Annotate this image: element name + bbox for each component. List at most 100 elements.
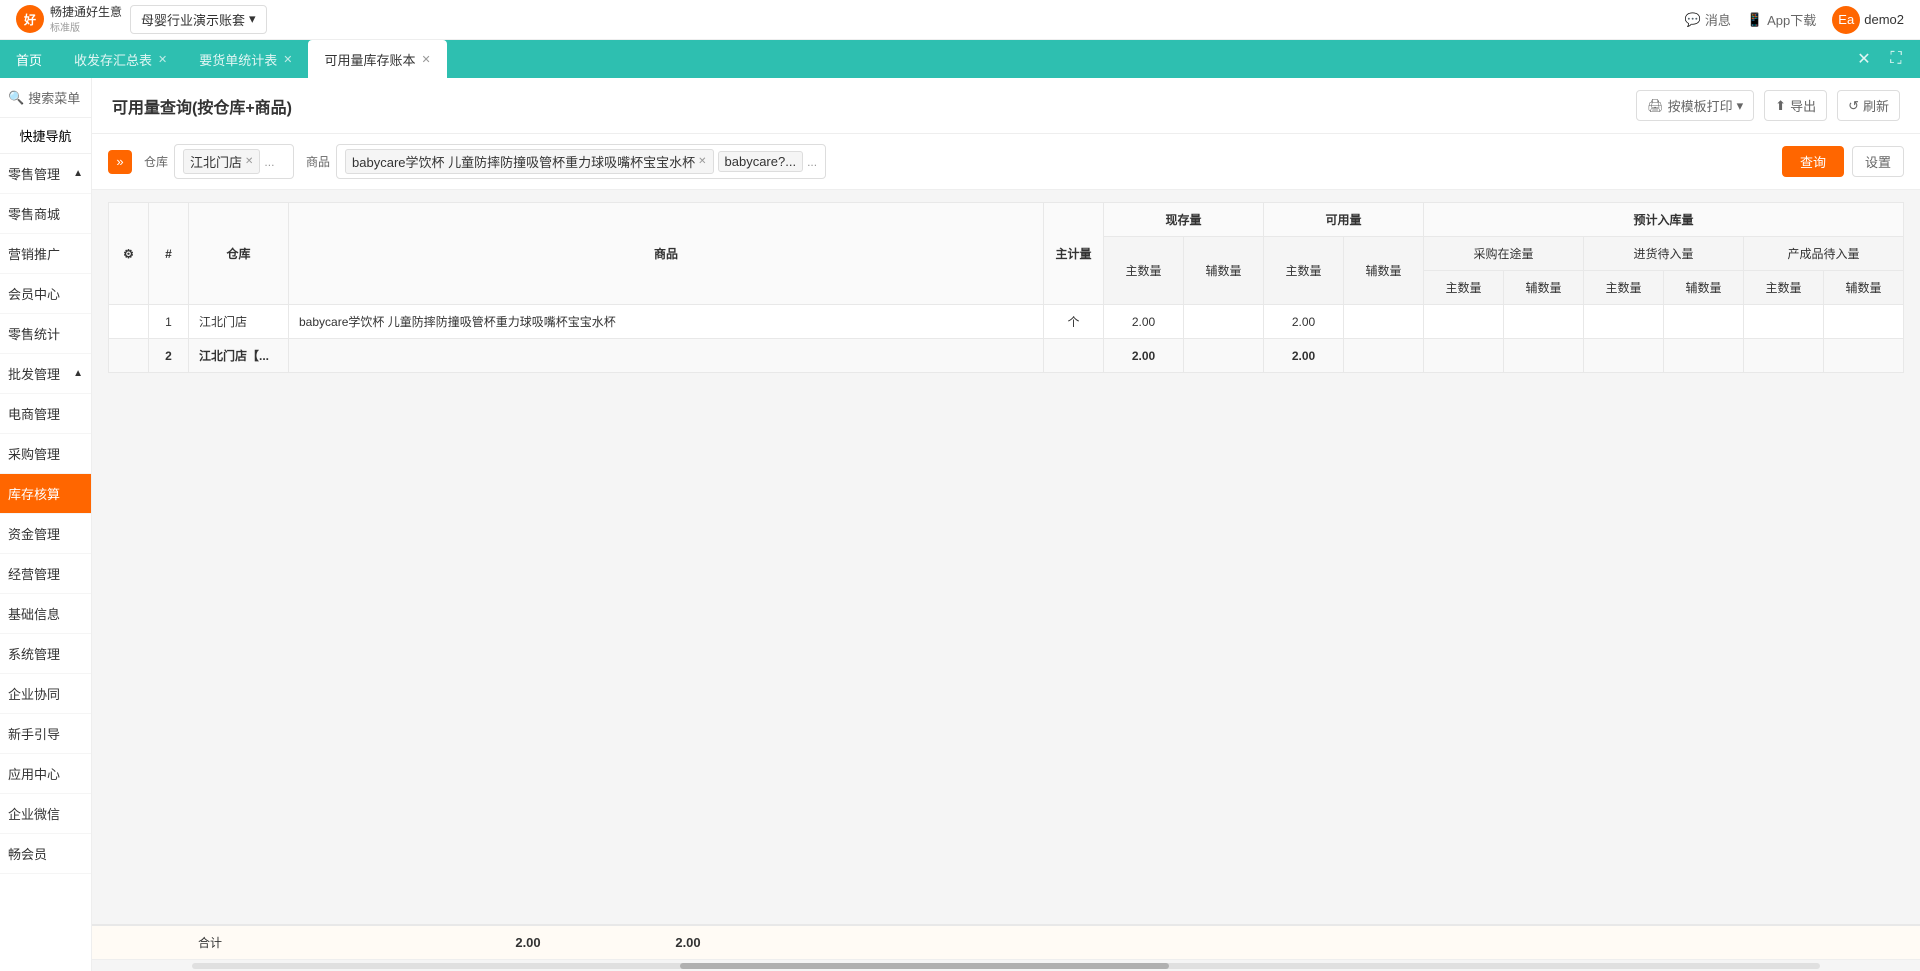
warehouse-tag: 江北门店 ✕ bbox=[183, 149, 260, 174]
app-download-label: App下载 bbox=[1767, 10, 1816, 29]
row1-purchase-sub bbox=[1504, 305, 1584, 339]
sidebar-item-finance[interactable]: 资金管理 bbox=[0, 514, 91, 554]
warehouse-ellipsis[interactable]: ... bbox=[264, 155, 274, 169]
row1-product: babycare学饮杯 儿童防摔防撞吸管杯重力球吸嘴杯宝宝水杯 bbox=[289, 305, 1044, 339]
product-filter-input[interactable]: babycare学饮杯 儿童防摔防撞吸管杯重力球吸嘴杯宝宝水杯 ✕ babyca… bbox=[336, 144, 826, 179]
sidebar-item-marketing[interactable]: 营销推广 bbox=[0, 234, 91, 274]
th-unit: 主计量 bbox=[1044, 203, 1104, 305]
sidebar-item-operations[interactable]: 经营管理 bbox=[0, 554, 91, 594]
tab-order-stats[interactable]: 要货单统计表 ✕ bbox=[183, 40, 308, 78]
refresh-label: 刷新 bbox=[1863, 96, 1889, 115]
row1-purchase-main bbox=[1424, 305, 1504, 339]
filter-actions: 查询 设置 bbox=[1782, 146, 1904, 177]
query-button[interactable]: 查询 bbox=[1782, 146, 1844, 177]
refresh-icon: ↺ bbox=[1848, 98, 1859, 114]
tab-close-all-button[interactable]: ✕ bbox=[1852, 47, 1876, 71]
sidebar-item-retail-stats[interactable]: 零售统计 bbox=[0, 314, 91, 354]
sidebar-item-wholesale[interactable]: 批发管理 ▲ bbox=[0, 354, 91, 394]
row2-stock-main: 2.00 bbox=[1104, 339, 1184, 373]
warehouse-filter-input[interactable]: 江北门店 ✕ ... bbox=[174, 144, 294, 179]
sidebar-item-system[interactable]: 系统管理 bbox=[0, 634, 91, 674]
sidebar-item-finance-label: 资金管理 bbox=[8, 524, 60, 543]
sidebar-item-vip[interactable]: 畅会员 bbox=[0, 834, 91, 874]
th-purchase-main: 主数量 bbox=[1424, 271, 1504, 305]
scroll-thumb[interactable] bbox=[680, 963, 1168, 969]
warehouse-filter-label: 仓库 bbox=[144, 153, 168, 170]
sidebar-item-purchase[interactable]: 采购管理 bbox=[0, 434, 91, 474]
export-label: 导出 bbox=[1790, 96, 1816, 115]
row1-available-sub bbox=[1344, 305, 1424, 339]
product-ellipsis[interactable]: ... bbox=[807, 155, 817, 169]
template-print-button[interactable]: 🖨 按模板打印 ▾ bbox=[1636, 90, 1754, 121]
th-warehouse: 仓库 bbox=[189, 203, 289, 305]
tab-order-stats-label: 要货单统计表 bbox=[199, 50, 277, 69]
sidebar-item-retail-shop[interactable]: 零售商城 bbox=[0, 194, 91, 234]
sidebar-item-purchase-label: 采购管理 bbox=[8, 444, 60, 463]
logo-text: 畅捷通好生意 bbox=[50, 5, 122, 19]
warehouse-tag-text: 江北门店 bbox=[190, 152, 242, 171]
logo-icon: 好 bbox=[16, 5, 44, 33]
sidebar-item-ecommerce[interactable]: 电商管理 bbox=[0, 394, 91, 434]
message-action[interactable]: 💬 消息 bbox=[1685, 10, 1731, 29]
sidebar-item-enterprise-wechat[interactable]: 企业微信 bbox=[0, 794, 91, 834]
sidebar-search[interactable]: 🔍 搜索菜单 bbox=[0, 78, 91, 118]
avatar-initial: Ea bbox=[1838, 12, 1854, 27]
row2-settings bbox=[109, 339, 149, 373]
sidebar-item-new-guide[interactable]: 新手引导 bbox=[0, 714, 91, 754]
tab-available-stock-close[interactable]: ✕ bbox=[422, 53, 431, 66]
sidebar-item-member-label: 会员中心 bbox=[8, 284, 60, 303]
sidebar-quick-nav[interactable]: 快捷导航 bbox=[0, 118, 91, 154]
product-tag1-text: babycare学饮杯 儿童防摔防撞吸管杯重力球吸嘴杯宝宝水杯 bbox=[352, 152, 695, 171]
row2-available-sub bbox=[1344, 339, 1424, 373]
industry-selector[interactable]: 母婴行业演示账套 ▾ bbox=[130, 5, 267, 34]
summary-stock-main: 2.00 bbox=[488, 935, 568, 950]
sidebar-item-wholesale-label: 批发管理 bbox=[8, 364, 60, 383]
sidebar-item-retail[interactable]: 零售管理 ▲ bbox=[0, 154, 91, 194]
refresh-button[interactable]: ↺ 刷新 bbox=[1837, 90, 1900, 121]
logo-area: 好 畅捷通好生意 标准版 bbox=[16, 5, 122, 34]
th-product: 商品 bbox=[289, 203, 1044, 305]
product-filter-group: 商品 babycare学饮杯 儿童防摔防撞吸管杯重力球吸嘴杯宝宝水杯 ✕ bab… bbox=[306, 144, 826, 179]
product-tag1-close[interactable]: ✕ bbox=[698, 156, 706, 167]
setting-button[interactable]: 设置 bbox=[1852, 146, 1904, 177]
tab-receive-send[interactable]: 收发存汇总表 ✕ bbox=[58, 40, 183, 78]
sidebar-item-inventory[interactable]: 库存核算 bbox=[0, 474, 91, 514]
data-table: ⚙ # 仓库 商品 主计量 现存量 可用量 预计入库量 主数量 辅数量 主数量 … bbox=[108, 202, 1904, 373]
product-tag1: babycare学饮杯 儿童防摔防撞吸管杯重力球吸嘴杯宝宝水杯 ✕ bbox=[345, 149, 713, 174]
summary-available-main: 2.00 bbox=[648, 935, 728, 950]
message-icon: 💬 bbox=[1685, 12, 1701, 28]
tab-order-stats-close[interactable]: ✕ bbox=[283, 53, 292, 66]
product-tag2: babycare?... bbox=[718, 151, 804, 172]
th-available-main: 主数量 bbox=[1264, 237, 1344, 305]
app-download-action[interactable]: 📱 App下载 bbox=[1747, 10, 1816, 29]
sidebar-item-enterprise[interactable]: 企业协同 bbox=[0, 674, 91, 714]
template-print-label: 按模板打印 bbox=[1668, 96, 1733, 115]
sidebar-item-basic[interactable]: 基础信息 bbox=[0, 594, 91, 634]
filter-toggle-button[interactable]: » bbox=[108, 150, 132, 174]
tab-expand-button[interactable]: ⛶ bbox=[1884, 47, 1908, 71]
th-settings[interactable]: ⚙ bbox=[109, 203, 149, 305]
tab-bar-right: ✕ ⛶ bbox=[1852, 47, 1920, 71]
user-area[interactable]: Ea demo2 bbox=[1832, 6, 1904, 34]
tab-home[interactable]: 首页 bbox=[0, 40, 58, 78]
export-button[interactable]: ⬆ 导出 bbox=[1764, 90, 1827, 121]
sidebar-item-retail-arrow: ▲ bbox=[73, 168, 83, 179]
tab-bar: 首页 收发存汇总表 ✕ 要货单统计表 ✕ 可用量库存账本 ✕ ✕ ⛶ bbox=[0, 40, 1920, 78]
row1-num: 1 bbox=[149, 305, 189, 339]
tab-available-stock[interactable]: 可用量库存账本 ✕ bbox=[308, 40, 446, 78]
sidebar-item-retail-label: 零售管理 bbox=[8, 164, 60, 183]
row2-production-sub bbox=[1824, 339, 1904, 373]
sidebar-item-app-center[interactable]: 应用中心 bbox=[0, 754, 91, 794]
th-available-sub: 辅数量 bbox=[1344, 237, 1424, 305]
th-stock-sub: 辅数量 bbox=[1184, 237, 1264, 305]
row1-stock-main: 2.00 bbox=[1104, 305, 1184, 339]
sidebar-item-app-center-label: 应用中心 bbox=[8, 764, 60, 783]
tab-receive-send-close[interactable]: ✕ bbox=[158, 53, 167, 66]
warehouse-tag-close[interactable]: ✕ bbox=[245, 156, 253, 167]
sidebar-quick-nav-label: 快捷导航 bbox=[19, 129, 71, 144]
chevron-template-icon: ▾ bbox=[1737, 98, 1744, 114]
sidebar-item-enterprise-label: 企业协同 bbox=[8, 684, 60, 703]
sidebar-item-member[interactable]: 会员中心 bbox=[0, 274, 91, 314]
message-label: 消息 bbox=[1705, 10, 1731, 29]
search-icon: 🔍 bbox=[8, 90, 24, 106]
